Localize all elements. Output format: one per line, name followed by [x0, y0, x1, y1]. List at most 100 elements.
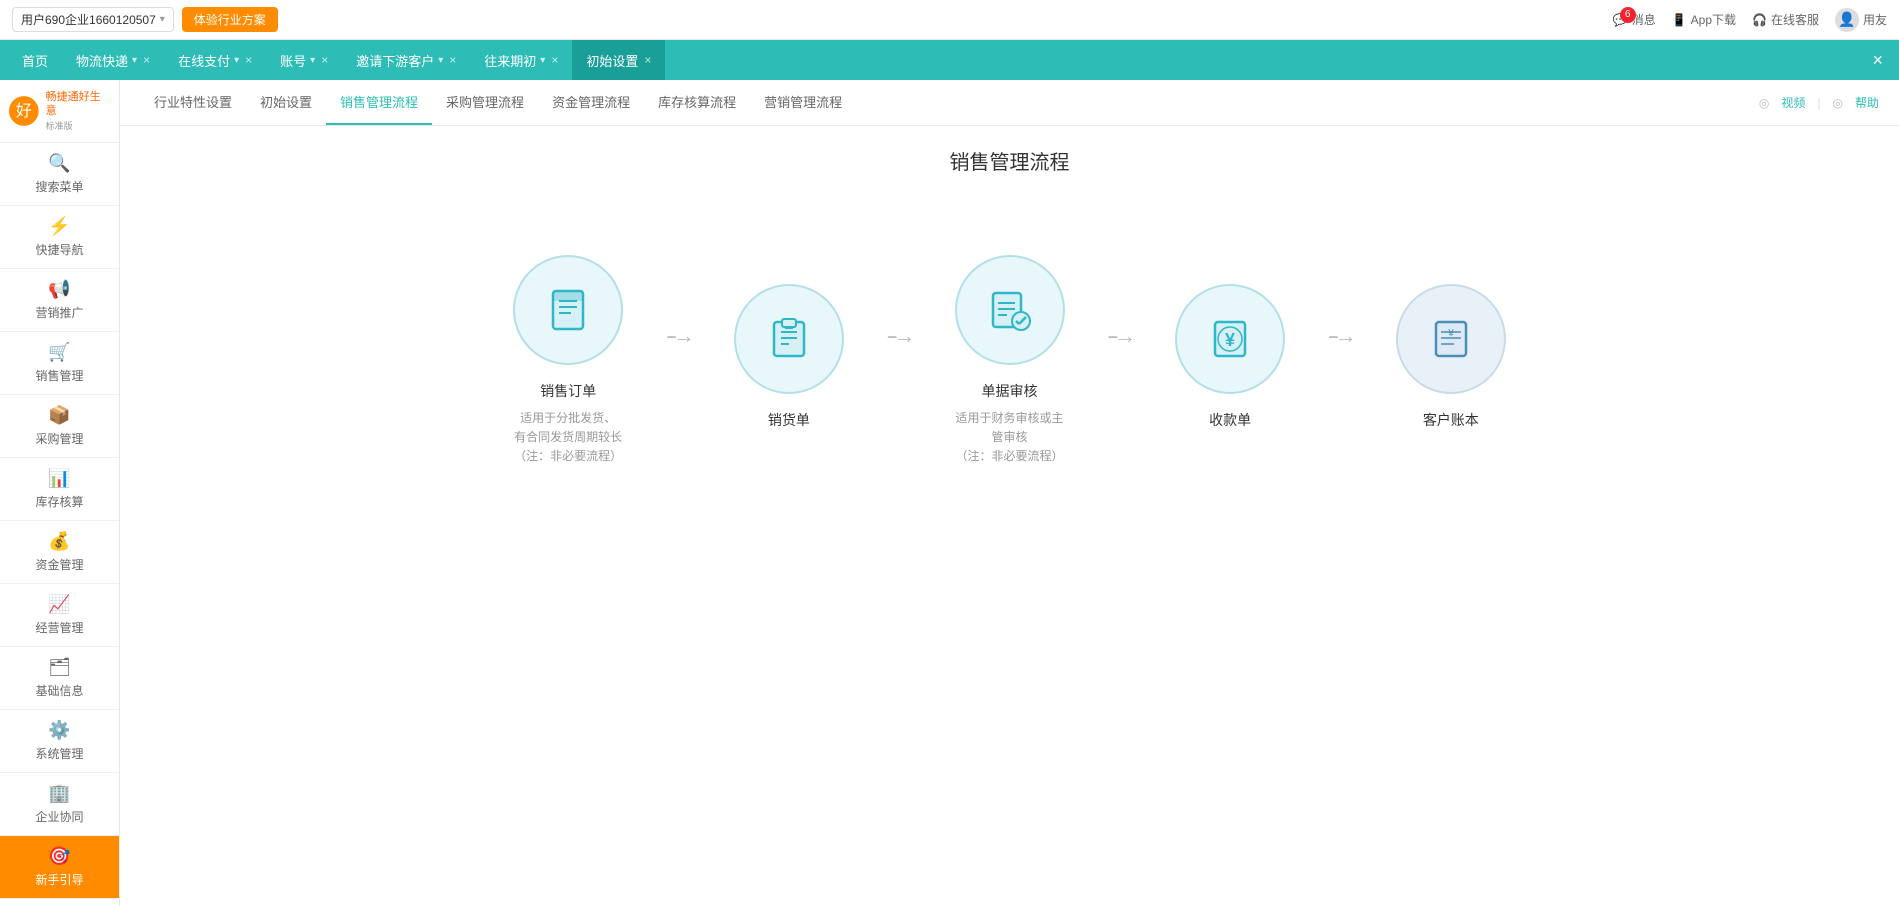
sales-icon: 🛒 [48, 342, 70, 363]
sidebar-item-fund[interactable]: 💰 资金管理 [0, 521, 119, 584]
sidebar-item-basic[interactable]: 🗂 基础信息 [0, 647, 119, 710]
help-icon: ◎ [1833, 96, 1843, 110]
app-icon: 📱 [1672, 13, 1687, 27]
sub-tab-fund-flow-label: 资金管理流程 [552, 95, 630, 110]
sub-tab-purchase-flow[interactable]: 采购管理流程 [432, 80, 538, 125]
nav-tab-home[interactable]: 首页 [8, 40, 62, 80]
flow-item-audit: 单据审核 适用于财务审核或主管审核（注：非必要流程） [920, 255, 1100, 467]
sub-tab-industry[interactable]: 行业特性设置 [140, 80, 246, 125]
flow-circle-audit[interactable] [955, 255, 1065, 365]
search-icon: 🔍 [48, 153, 70, 174]
top-bar: 用户690企业1660120507 ▾ 体验行业方案 💬 6 消息 📱 App下… [0, 0, 1899, 40]
inventory-icon: 📊 [48, 468, 70, 489]
top-bar-left: 用户690企业1660120507 ▾ 体验行业方案 [12, 7, 278, 32]
help-link[interactable]: 帮助 [1855, 94, 1879, 111]
sidebar: 好 畅捷通好生意 标准版 🔍 搜索菜单 ⚡ 快捷导航 📢 营销推广 🛒 销售管理… [0, 80, 120, 906]
chevron-down-icon: ▾ [540, 55, 545, 66]
nav-tab-payment-label: 在线支付 [178, 51, 230, 70]
sub-tab-sales-flow-label: 销售管理流程 [340, 95, 418, 110]
sub-tab-marketing-flow-label: 营销管理流程 [764, 95, 842, 110]
video-link[interactable]: 视频 [1781, 94, 1805, 111]
close-icon[interactable]: × [449, 53, 456, 67]
close-icon[interactable]: × [321, 53, 328, 67]
nav-tab-period-label: 往来期初 [484, 51, 536, 70]
message-icon-item[interactable]: 💬 6 消息 [1613, 11, 1656, 28]
avatar: 👤 [1835, 8, 1859, 32]
svg-text:¥: ¥ [1225, 330, 1235, 350]
audit-icon [985, 285, 1035, 335]
sidebar-item-marketing[interactable]: 📢 营销推广 [0, 269, 119, 332]
chevron-down-icon: ▾ [310, 55, 315, 66]
trial-button[interactable]: 体验行业方案 [182, 7, 278, 32]
service-item[interactable]: 🎧 在线客服 [1752, 11, 1819, 28]
nav-tab-logistics-label: 物流快递 [76, 51, 128, 70]
sidebar-logo: 好 畅捷通好生意 标准版 [0, 80, 119, 143]
purchase-icon: 📦 [48, 405, 70, 426]
nav-tabs-bar: 首页 物流快递 ▾ × 在线支付 ▾ × 账号 ▾ × 邀请下游客户 ▾ × 往… [0, 40, 1899, 80]
avatar-icon: 👤 [1838, 11, 1855, 28]
sidebar-item-operations[interactable]: 📈 经营管理 [0, 584, 119, 647]
sidebar-item-purchase[interactable]: 📦 采购管理 [0, 395, 119, 458]
sub-tab-init[interactable]: 初始设置 [246, 80, 326, 125]
sidebar-guide-label: 新手引导 [35, 871, 83, 888]
flow-circle-receipt[interactable]: ¥ [1175, 284, 1285, 394]
logo-text-block: 畅捷通好生意 标准版 [46, 90, 111, 132]
fund-icon: 💰 [48, 531, 70, 552]
sidebar-item-inventory[interactable]: 📊 库存核算 [0, 458, 119, 521]
flow-desc-sales-order: 适用于分批发货、有合同发货周期较长（注：非必要流程） [514, 409, 622, 467]
sidebar-item-enterprise[interactable]: 🏢 企业协同 [0, 773, 119, 836]
nav-tab-payment[interactable]: 在线支付 ▾ × [164, 40, 266, 80]
flow-arrow-1: --→ [666, 323, 691, 399]
nav-tab-init[interactable]: 初始设置 × [572, 40, 665, 80]
close-all-tabs-button[interactable]: × [1864, 50, 1891, 71]
sub-tab-sales-flow[interactable]: 销售管理流程 [326, 80, 432, 125]
flow-desc-audit: 适用于财务审核或主管审核（注：非必要流程） [955, 409, 1063, 467]
flow-name-sales-order: 销售订单 [540, 381, 596, 401]
sidebar-system-label: 系统管理 [35, 745, 83, 762]
service-label: 在线客服 [1771, 11, 1819, 28]
sub-tab-marketing-flow[interactable]: 营销管理流程 [750, 80, 856, 125]
flow-item-delivery: 销货单 [699, 284, 879, 438]
nav-tab-period[interactable]: 往来期初 ▾ × [470, 40, 572, 80]
flow-arrow-4: --→ [1328, 323, 1353, 399]
flow-circle-ledger[interactable]: ¥ [1396, 284, 1506, 394]
sidebar-fund-label: 资金管理 [35, 556, 83, 573]
app-download-item[interactable]: 📱 App下载 [1672, 11, 1736, 28]
nav-tab-invite-label: 邀请下游客户 [356, 51, 434, 70]
close-icon[interactable]: × [245, 53, 252, 67]
main-layout: 好 畅捷通好生意 标准版 🔍 搜索菜单 ⚡ 快捷导航 📢 营销推广 🛒 销售管理… [0, 80, 1899, 906]
flow-arrow-2: --→ [887, 323, 912, 399]
video-help-icon: ◎ [1759, 96, 1769, 110]
user-avatar-item[interactable]: 👤 用友 [1835, 8, 1887, 32]
sidebar-item-sales[interactable]: 🛒 销售管理 [0, 332, 119, 395]
sales-order-icon [543, 285, 593, 335]
sub-tab-inventory-flow[interactable]: 库存核算流程 [644, 80, 750, 125]
nav-tab-invite[interactable]: 邀请下游客户 ▾ × [342, 40, 470, 80]
sidebar-marketing-label: 营销推广 [35, 304, 83, 321]
close-icon[interactable]: × [551, 53, 558, 67]
sidebar-item-guide[interactable]: 🎯 新手引导 [0, 836, 119, 899]
chevron-down-icon: ▾ [234, 55, 239, 66]
sidebar-item-system[interactable]: ⚙️ 系统管理 [0, 710, 119, 773]
chevron-down-icon: ▾ [160, 14, 165, 25]
sidebar-item-apps[interactable]: 🔲 应用中心 [0, 899, 119, 906]
enterprise-icon: 🏢 [48, 783, 70, 804]
close-icon[interactable]: × [143, 53, 150, 67]
sidebar-sales-label: 销售管理 [35, 367, 83, 384]
flow-circle-delivery[interactable] [734, 284, 844, 394]
page-body: 销售管理流程 销售订单 适用于分批发货、有合同 [120, 126, 1899, 507]
sidebar-item-quick[interactable]: ⚡ 快捷导航 [0, 206, 119, 269]
sidebar-item-search[interactable]: 🔍 搜索菜单 [0, 143, 119, 206]
user-selector[interactable]: 用户690企业1660120507 ▾ [12, 7, 174, 32]
flow-diagram: 销售订单 适用于分批发货、有合同发货周期较长（注：非必要流程） --→ [150, 235, 1869, 487]
svg-text:¥: ¥ [1447, 328, 1454, 339]
close-icon[interactable]: × [644, 53, 651, 67]
top-bar-right: 💬 6 消息 📱 App下载 🎧 在线客服 👤 用友 [1613, 8, 1887, 32]
quick-icon: ⚡ [48, 216, 70, 237]
nav-tab-logistics[interactable]: 物流快递 ▾ × [62, 40, 164, 80]
nav-tab-account[interactable]: 账号 ▾ × [266, 40, 342, 80]
sub-tab-fund-flow[interactable]: 资金管理流程 [538, 80, 644, 125]
flow-name-receipt: 收款单 [1209, 410, 1251, 430]
guide-icon: 🎯 [48, 846, 70, 867]
flow-circle-sales-order[interactable] [513, 255, 623, 365]
